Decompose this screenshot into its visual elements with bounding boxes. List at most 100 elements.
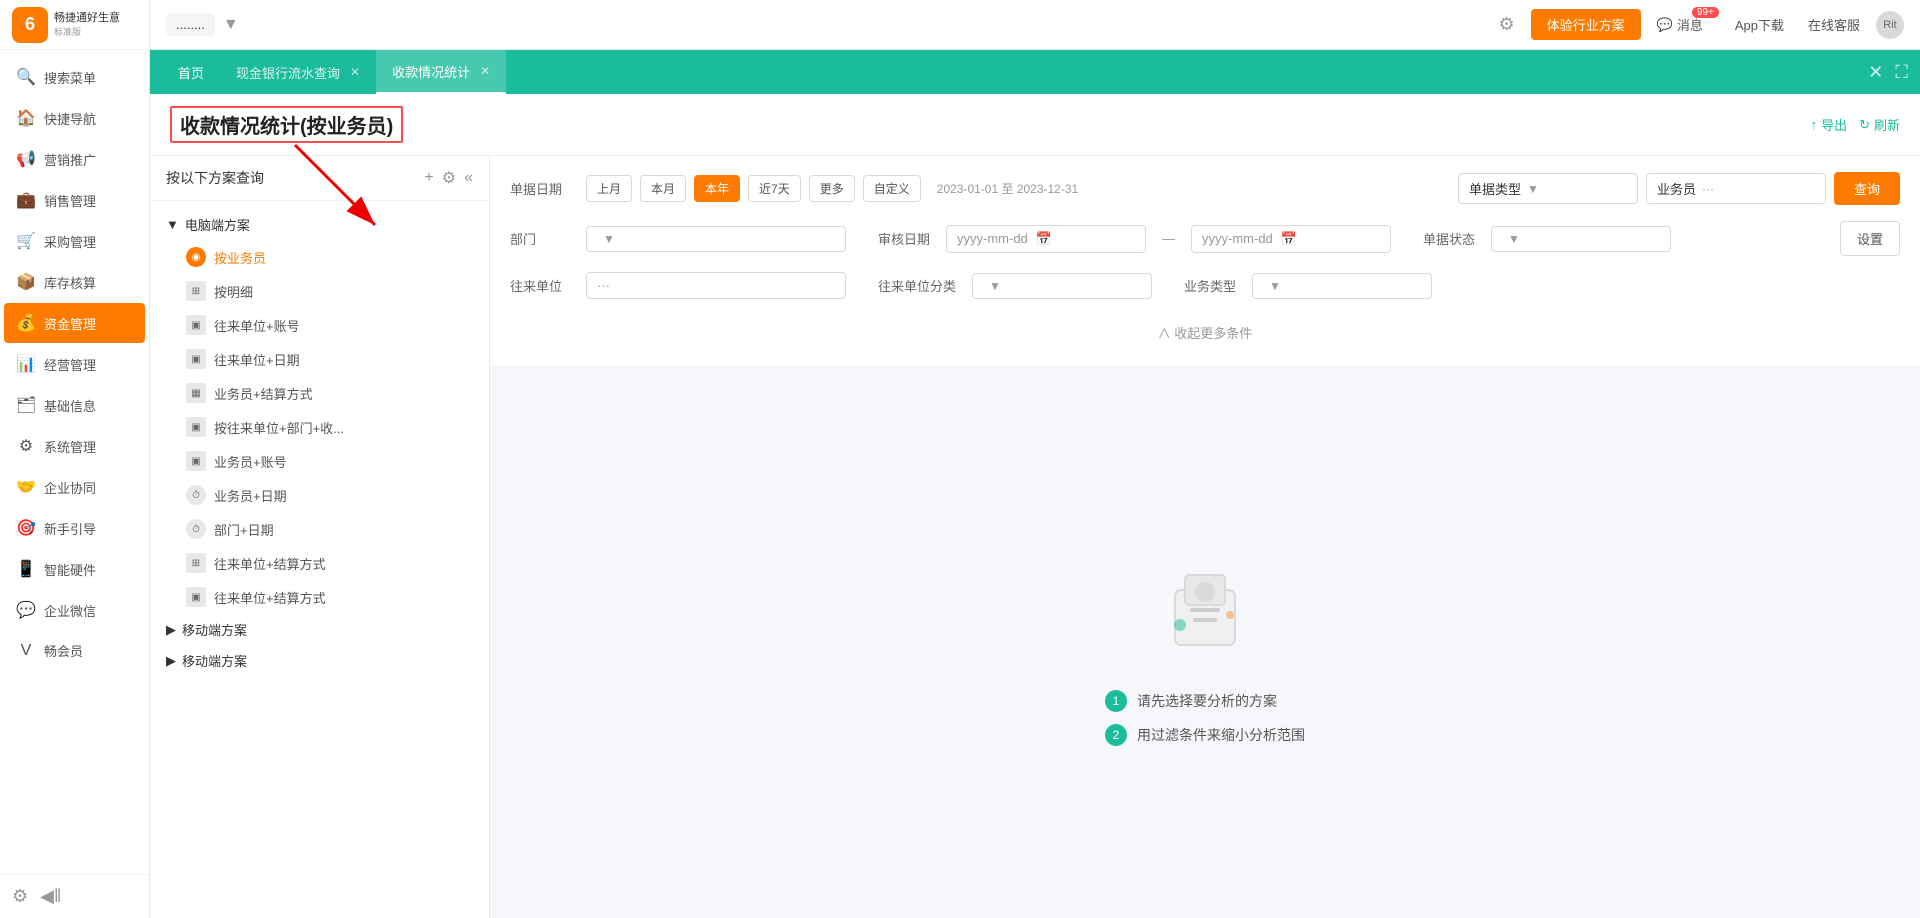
tab-receipt-stats-close[interactable]: ✕ bbox=[480, 64, 490, 78]
receipt-status-label: 单据状态 bbox=[1423, 229, 1475, 248]
review-date-start-placeholder: yyyy-mm-dd bbox=[957, 231, 1028, 246]
sidebar-item-智能硬件[interactable]: 📱智能硬件 bbox=[4, 549, 145, 589]
refresh-button[interactable]: ↻ 刷新 bbox=[1859, 115, 1900, 134]
date-btn-this-month[interactable]: 本月 bbox=[640, 175, 686, 202]
tree-item-业务员+日期[interactable]: ⏱业务员+日期 bbox=[150, 478, 489, 512]
salesman-select[interactable]: 业务员 ··· bbox=[1646, 173, 1826, 204]
tree-item-icon: ▣ bbox=[186, 349, 206, 369]
tree-item-按明细[interactable]: ⊞按明细 bbox=[150, 274, 489, 308]
settings-footer-icon[interactable]: ⚙ bbox=[12, 886, 28, 907]
nav-label: 经营管理 bbox=[44, 355, 96, 374]
left-panel: 按以下方案查询 + ⚙ « ▼电脑端方案◉按业务员⊞按明细▣往来单位+账号▣往来… bbox=[150, 156, 490, 918]
sidebar-item-资金管理[interactable]: 💰资金管理 bbox=[4, 303, 145, 343]
nav-label: 库存核算 bbox=[44, 273, 96, 292]
partner-input[interactable]: ··· bbox=[586, 272, 846, 299]
tab-home[interactable]: 首页 bbox=[162, 50, 220, 94]
export-button[interactable]: ↑ 导出 bbox=[1811, 115, 1848, 134]
left-panel-header: 按以下方案查询 + ⚙ « bbox=[150, 156, 489, 201]
tab-bank-flow[interactable]: 现金银行流水查询 ✕ bbox=[220, 50, 376, 94]
sidebar-item-企业协同[interactable]: 🤝企业协同 bbox=[4, 467, 145, 507]
date-btn-7days[interactable]: 近7天 bbox=[748, 175, 801, 202]
collapse-filter-button[interactable]: ∧ 收起更多条件 bbox=[510, 315, 1900, 350]
tree-item-label: 业务员+日期 bbox=[214, 486, 287, 505]
sidebar-item-搜索菜单[interactable]: 🔍搜索菜单 bbox=[4, 57, 145, 97]
sidebar-item-经营管理[interactable]: 📊经营管理 bbox=[4, 344, 145, 384]
date-btn-custom[interactable]: 自定义 bbox=[863, 175, 921, 202]
settings-icon[interactable]: ⚙ bbox=[1498, 14, 1514, 35]
receipt-type-chevron: ▼ bbox=[1527, 182, 1539, 196]
sidebar-item-企业微信[interactable]: 💬企业微信 bbox=[4, 590, 145, 630]
sidebar-item-营销推广[interactable]: 📢营销推广 bbox=[4, 139, 145, 179]
sidebar-item-基础信息[interactable]: 🗂基础信息 bbox=[4, 385, 145, 425]
date-btn-last-month[interactable]: 上月 bbox=[586, 175, 632, 202]
tree-item-往来单位+结算方式[interactable]: ⊞往来单位+结算方式 bbox=[150, 546, 489, 580]
online-service-link[interactable]: 在线客服 bbox=[1808, 15, 1860, 34]
tree-item-往来单位+账号[interactable]: ▣往来单位+账号 bbox=[150, 308, 489, 342]
review-date-start[interactable]: yyyy-mm-dd 📅 bbox=[946, 225, 1146, 253]
filter-area: 单据日期 上月 本月 本年 近7天 更多 自定义 2023-01-01 至 20… bbox=[490, 156, 1920, 367]
tab-maximize-icon[interactable]: ⛶ bbox=[1895, 62, 1908, 83]
date-btn-this-year[interactable]: 本年 bbox=[694, 175, 740, 202]
tree-item-icon: ⊞ bbox=[186, 281, 206, 301]
review-date-label: 审核日期 bbox=[878, 229, 930, 248]
tab-receipt-stats[interactable]: 收款情况统计 ✕ bbox=[376, 50, 506, 94]
breadcrumb: ........ bbox=[166, 13, 215, 36]
settings-scheme-icon[interactable]: ⚙ bbox=[442, 168, 456, 188]
sidebar-nav: 🔍搜索菜单🏠快捷导航📢营销推广💼销售管理🛒采购管理📦库存核算💰资金管理📊经营管理… bbox=[0, 50, 149, 874]
query-button[interactable]: 查询 bbox=[1834, 172, 1900, 205]
nav-icon: 🔍 bbox=[16, 67, 36, 87]
tree-item-往来单位+日期[interactable]: ▣往来单位+日期 bbox=[150, 342, 489, 376]
message-badge[interactable]: 💬 消息 99+ bbox=[1657, 15, 1703, 34]
review-date-end[interactable]: yyyy-mm-dd 📅 bbox=[1191, 225, 1391, 253]
tree-item-label: 部门+日期 bbox=[214, 520, 274, 539]
sidebar-item-系统管理[interactable]: ⚙系统管理 bbox=[4, 426, 145, 466]
tree-item-业务员+账号[interactable]: ▣业务员+账号 bbox=[150, 444, 489, 478]
tree-group-移动端方案[interactable]: ▶移动端方案 bbox=[150, 614, 489, 645]
tree-group-mobile[interactable]: ▶移动端方案 bbox=[150, 645, 489, 676]
tab-bank-flow-close[interactable]: ✕ bbox=[350, 65, 360, 79]
breadcrumb-chevron-icon[interactable]: ▼ bbox=[223, 16, 239, 34]
tree-item-按业务员[interactable]: ◉按业务员 bbox=[150, 240, 489, 274]
hint-num-1: 1 bbox=[1105, 690, 1127, 712]
tree-group-电脑端方案[interactable]: ▼电脑端方案 bbox=[150, 209, 489, 240]
collapse-panel-icon[interactable]: « bbox=[464, 169, 473, 187]
date-label: 单据日期 bbox=[510, 179, 570, 198]
date-btn-more[interactable]: 更多 bbox=[809, 175, 855, 202]
tree-item-业务员+结算方式[interactable]: ▦业务员+结算方式 bbox=[150, 376, 489, 410]
business-type-select[interactable]: ▼ bbox=[1252, 273, 1432, 299]
partner-category-label: 往来单位分类 bbox=[878, 276, 956, 295]
calendar-icon-2: 📅 bbox=[1281, 231, 1297, 247]
tab-bar: 首页 现金银行流水查询 ✕ 收款情况统计 ✕ ✕ ⛶ bbox=[150, 50, 1920, 94]
receipt-type-select[interactable]: 单据类型 ▼ bbox=[1458, 173, 1638, 204]
tab-right-actions: ✕ ⛶ bbox=[1868, 62, 1908, 83]
receipt-status-select[interactable]: ▼ bbox=[1491, 226, 1671, 252]
nav-label: 畅会员 bbox=[44, 641, 83, 660]
sidebar-item-新手引导[interactable]: 🎯新手引导 bbox=[4, 508, 145, 548]
dept-select[interactable]: ▼ bbox=[586, 226, 846, 252]
user-avatar[interactable]: Rit bbox=[1876, 11, 1904, 39]
tree-item-icon: ▣ bbox=[186, 451, 206, 471]
empty-hints: 1 请先选择要分析的方案 2 用过滤条件来缩小分析范围 bbox=[1105, 690, 1305, 746]
nav-label: 企业协同 bbox=[44, 478, 96, 497]
nav-label: 智能硬件 bbox=[44, 560, 96, 579]
sidebar-item-畅会员[interactable]: V畅会员 bbox=[4, 631, 145, 670]
sidebar-item-采购管理[interactable]: 🛒采购管理 bbox=[4, 221, 145, 261]
trial-button[interactable]: 体验行业方案 bbox=[1531, 9, 1641, 40]
sidebar-item-快捷导航[interactable]: 🏠快捷导航 bbox=[4, 98, 145, 138]
tree-item-往来单位+结算方式[interactable]: ▣往来单位+结算方式 bbox=[150, 580, 489, 614]
tree-group-label: 移动端方案 bbox=[182, 620, 247, 639]
sidebar-item-销售管理[interactable]: 💼销售管理 bbox=[4, 180, 145, 220]
settings-button[interactable]: 设置 bbox=[1840, 221, 1900, 256]
app-download-link[interactable]: App下载 bbox=[1735, 15, 1784, 34]
sidebar-item-库存核算[interactable]: 📦库存核算 bbox=[4, 262, 145, 302]
partner-category-select[interactable]: ▼ bbox=[972, 273, 1152, 299]
tree-item-label: 往来单位+结算方式 bbox=[214, 588, 326, 607]
dept-chevron: ▼ bbox=[603, 232, 615, 246]
add-scheme-icon[interactable]: + bbox=[424, 169, 433, 187]
tab-close-all-icon[interactable]: ✕ bbox=[1868, 62, 1883, 83]
collapse-footer-icon[interactable]: ◀‖ bbox=[40, 886, 61, 907]
right-panel: 单据日期 上月 本月 本年 近7天 更多 自定义 2023-01-01 至 20… bbox=[490, 156, 1920, 918]
nav-label: 企业微信 bbox=[44, 601, 96, 620]
tree-item-部门+日期[interactable]: ⏱部门+日期 bbox=[150, 512, 489, 546]
tree-item-按往来单位+部门+收...[interactable]: ▣按往来单位+部门+收... bbox=[150, 410, 489, 444]
